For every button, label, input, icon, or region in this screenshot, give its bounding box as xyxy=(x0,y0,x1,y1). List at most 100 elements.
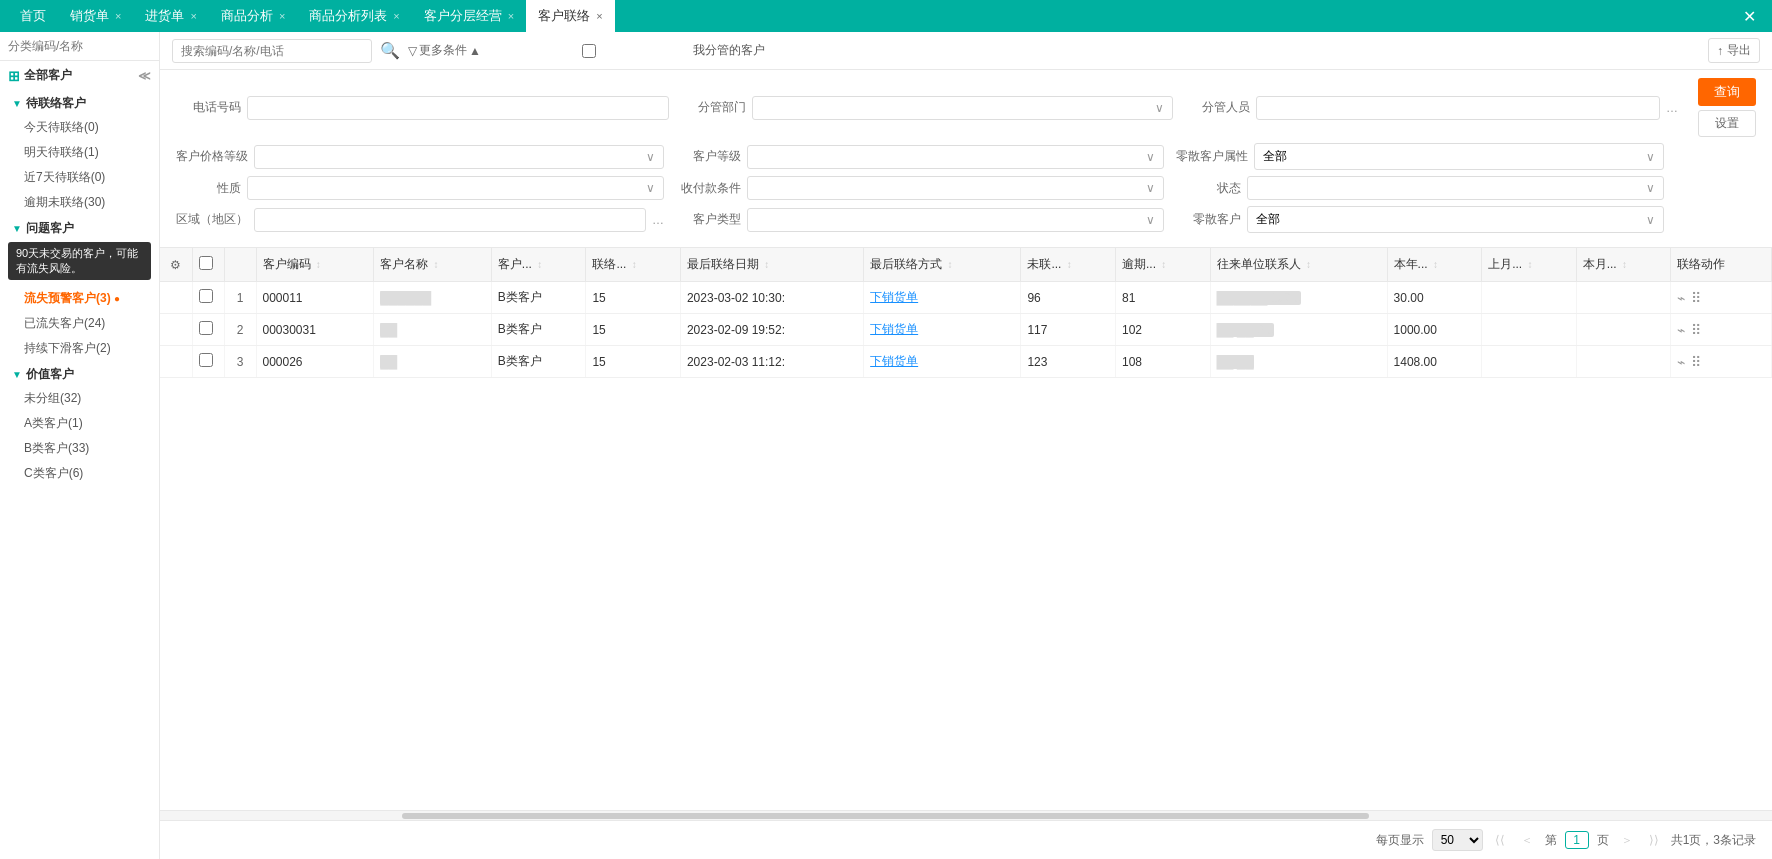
sidebar-item[interactable]: 流失预警客户(3) ● xyxy=(0,286,159,311)
sidebar-item[interactable]: B类客户(33) xyxy=(0,436,159,461)
customer-level-select[interactable]: ∨ xyxy=(747,145,1164,169)
status-select[interactable]: ∨ xyxy=(1247,176,1664,200)
this-month-col-header[interactable]: 本月... ↕ xyxy=(1576,248,1671,282)
retail-customer-select[interactable]: 全部∨ xyxy=(1247,206,1664,233)
action-menu-icon[interactable]: ⠿ xyxy=(1691,322,1701,338)
nature-select[interactable]: ∨ xyxy=(247,176,664,200)
prev-page-button[interactable]: ＜ xyxy=(1517,830,1537,851)
table-body: 1 000011 ██████ B类客户 15 2023-03-02 10:30… xyxy=(160,282,1772,378)
my-customers-check[interactable] xyxy=(489,44,689,58)
sidebar-item[interactable]: 已流失客户(24) xyxy=(0,311,159,336)
tab-close-icon[interactable]: × xyxy=(279,10,285,22)
settings-button[interactable]: 设置 xyxy=(1698,110,1756,137)
filter-field-phone: 电话号码 xyxy=(176,96,669,120)
action-link-icon[interactable]: ⌁ xyxy=(1677,354,1685,370)
sidebar-section-title-0[interactable]: ▼待联络客户 xyxy=(0,90,159,115)
per-page-select[interactable]: 50 100 200 xyxy=(1432,829,1483,851)
sidebar-item[interactable]: 近7天待联络(0) xyxy=(0,165,159,190)
query-button[interactable]: 查询 xyxy=(1698,78,1756,106)
tab-close-icon[interactable]: × xyxy=(190,10,196,22)
row-settings[interactable] xyxy=(160,346,192,378)
price-level-select[interactable]: ∨ xyxy=(254,145,664,169)
next-page-button[interactable]: ＞ xyxy=(1617,830,1637,851)
filter-icon: ▽ xyxy=(408,44,417,58)
row-checkbox[interactable] xyxy=(199,321,213,335)
unit-contact-col-header[interactable]: 往来单位联系人 ↕ xyxy=(1210,248,1387,282)
sidebar-section-title-2[interactable]: ▼价值客户 xyxy=(0,361,159,386)
row-last-method[interactable]: 下销货单 xyxy=(864,346,1021,378)
region-dots[interactable]: … xyxy=(652,213,664,227)
tab-close-icon[interactable]: × xyxy=(508,10,514,22)
sidebar-section-title-1[interactable]: ▼问题客户 xyxy=(0,215,159,240)
scroll-thumb[interactable] xyxy=(402,813,1369,819)
row-num: 1 xyxy=(224,282,256,314)
customer-type-select[interactable]: ∨ xyxy=(747,208,1164,232)
last-date-col-header[interactable]: 最后联络日期 ↕ xyxy=(680,248,863,282)
overdue-col-header[interactable]: 逾期... ↕ xyxy=(1115,248,1210,282)
close-button[interactable]: ✕ xyxy=(1735,7,1764,26)
sidebar-search-input[interactable] xyxy=(8,39,158,53)
person-dots[interactable]: … xyxy=(1666,101,1678,115)
action-link-icon[interactable]: ⌁ xyxy=(1677,290,1685,306)
row-settings[interactable] xyxy=(160,314,192,346)
contact-col-header[interactable]: 联络... ↕ xyxy=(586,248,681,282)
all-customers-header[interactable]: ⊞ 全部客户 ≪ xyxy=(0,61,159,90)
code-col-header[interactable]: 客户编码 ↕ xyxy=(256,248,374,282)
section-tooltip: 90天未交易的客户，可能有流失风险。 xyxy=(8,242,151,280)
row-last-month xyxy=(1482,282,1577,314)
phone-input[interactable] xyxy=(247,96,669,120)
arrow-icon: ▼ xyxy=(12,98,22,109)
row-checkbox[interactable] xyxy=(199,353,213,367)
select-all-checkbox[interactable] xyxy=(199,256,213,270)
region-input[interactable] xyxy=(254,208,646,232)
nav-tab[interactable]: 商品分析× xyxy=(209,0,297,32)
sidebar-item[interactable]: 逾期未联络(30) xyxy=(0,190,159,215)
table-container: ⚙ 客户编码 ↕ 客户名称 ↕ 客户... ↕ 联络... ↕ 最后联络日期 ↕… xyxy=(160,248,1772,810)
sidebar-item[interactable]: 明天待联络(1) xyxy=(0,140,159,165)
type-col-header[interactable]: 客户... ↕ xyxy=(491,248,586,282)
nav-tab[interactable]: 商品分析列表× xyxy=(297,0,411,32)
dept-select[interactable]: ∨ xyxy=(752,96,1174,120)
first-page-button[interactable]: ⟨⟨ xyxy=(1491,831,1509,849)
nav-tab[interactable]: 销货单× xyxy=(58,0,133,32)
table-row: 1 000011 ██████ B类客户 15 2023-03-02 10:30… xyxy=(160,282,1772,314)
row-last-method[interactable]: 下销货单 xyxy=(864,282,1021,314)
sidebar-item[interactable]: 今天待联络(0) xyxy=(0,115,159,140)
last-method-col-header[interactable]: 最后联络方式 ↕ xyxy=(864,248,1021,282)
tab-close-icon[interactable]: × xyxy=(115,10,121,22)
settings-col-header[interactable]: ⚙ xyxy=(160,248,192,282)
nav-tab[interactable]: 进货单× xyxy=(133,0,208,32)
my-customers-checkbox[interactable]: 我分管的客户 xyxy=(489,42,765,59)
retail-attr-select[interactable]: 全部∨ xyxy=(1254,143,1664,170)
this-year-col-header[interactable]: 本年... ↕ xyxy=(1387,248,1482,282)
action-menu-icon[interactable]: ⠿ xyxy=(1691,354,1701,370)
more-conditions-button[interactable]: ▽ 更多条件 ▲ xyxy=(408,42,481,59)
search-input[interactable] xyxy=(172,39,372,63)
action-link-icon[interactable]: ⌁ xyxy=(1677,322,1685,338)
sidebar-item[interactable]: 未分组(32) xyxy=(0,386,159,411)
export-button[interactable]: ↑ 导出 xyxy=(1708,38,1760,63)
row-checkbox[interactable] xyxy=(199,289,213,303)
home-tab[interactable]: 首页 xyxy=(8,0,58,32)
last-month-col-header[interactable]: 上月... ↕ xyxy=(1482,248,1577,282)
horizontal-scrollbar[interactable] xyxy=(160,810,1772,820)
nav-tab[interactable]: 客户联络× xyxy=(526,0,614,32)
last-page-button[interactable]: ⟩⟩ xyxy=(1645,831,1663,849)
search-button[interactable]: 🔍 xyxy=(380,41,400,60)
person-input[interactable] xyxy=(1256,96,1660,120)
payment-chevron-icon: ∨ xyxy=(1146,181,1155,195)
name-col-header[interactable]: 客户名称 ↕ xyxy=(374,248,492,282)
tab-close-icon[interactable]: × xyxy=(393,10,399,22)
row-last-method[interactable]: 下销货单 xyxy=(864,314,1021,346)
uncontacted-col-header[interactable]: 未联... ↕ xyxy=(1021,248,1116,282)
row-settings[interactable] xyxy=(160,282,192,314)
action-menu-icon[interactable]: ⠿ xyxy=(1691,290,1701,306)
nav-tab[interactable]: 客户分层经营× xyxy=(412,0,526,32)
row-overdue: 108 xyxy=(1115,346,1210,378)
payment-select[interactable]: ∨ xyxy=(747,176,1164,200)
sidebar-item[interactable]: A类客户(1) xyxy=(0,411,159,436)
customer-type-chevron-icon: ∨ xyxy=(1146,213,1155,227)
sidebar-item[interactable]: 持续下滑客户(2) xyxy=(0,336,159,361)
sidebar-item[interactable]: C类客户(6) xyxy=(0,461,159,486)
tab-close-icon[interactable]: × xyxy=(596,10,602,22)
